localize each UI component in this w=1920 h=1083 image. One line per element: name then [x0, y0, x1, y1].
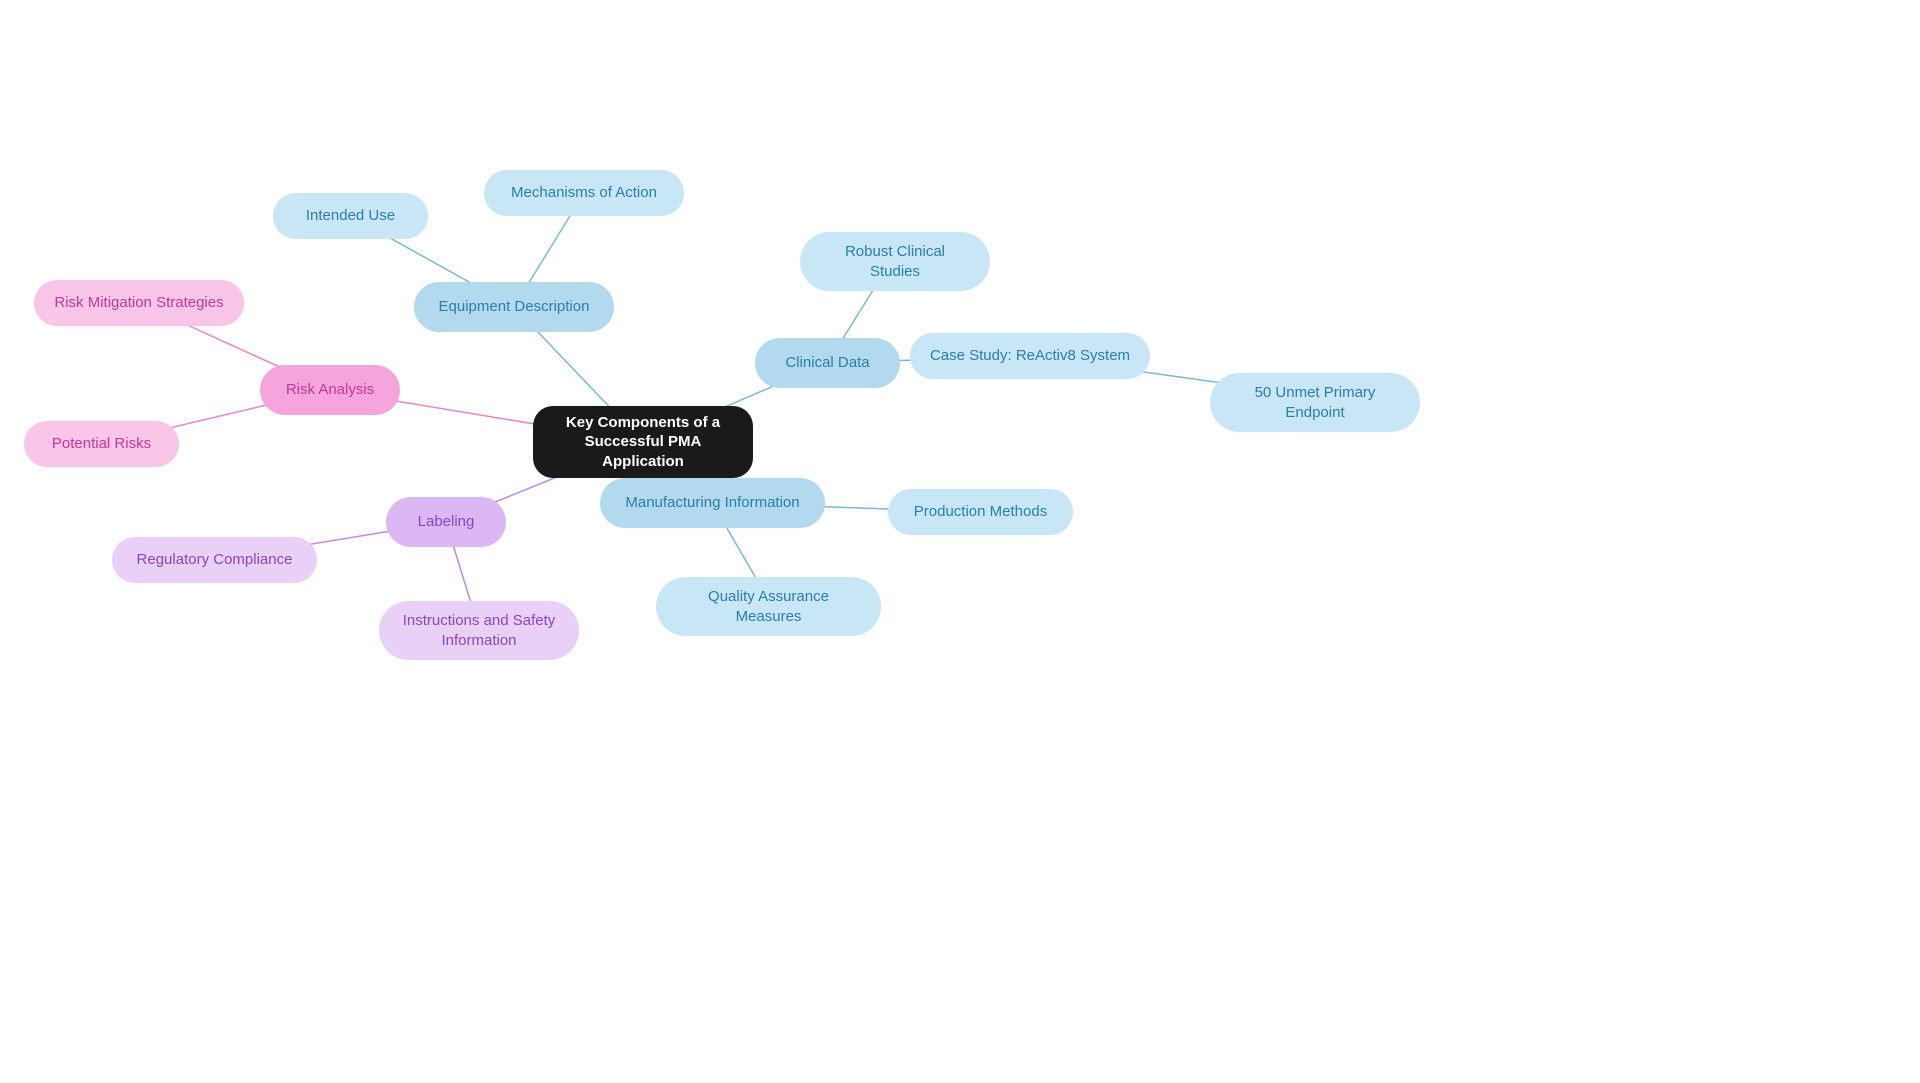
mind-map-container: Key Components of a Successful PMA Appli…: [0, 0, 1920, 1083]
node-clinical-data[interactable]: Clinical Data: [755, 338, 900, 388]
node-labeling[interactable]: Labeling: [386, 497, 506, 547]
node-label-equipment-description: Equipment Description: [439, 297, 590, 317]
node-regulatory-compliance[interactable]: Regulatory Compliance: [112, 537, 317, 583]
node-center[interactable]: Key Components of a Successful PMA Appli…: [533, 406, 753, 478]
node-label-instructions-safety: Instructions and Safety Information: [397, 611, 561, 650]
node-label-risk-analysis: Risk Analysis: [286, 380, 374, 400]
node-equipment-description[interactable]: Equipment Description: [414, 282, 614, 332]
node-manufacturing-info[interactable]: Manufacturing Information: [600, 478, 825, 528]
node-intended-use[interactable]: Intended Use: [273, 193, 428, 239]
node-label-quality-assurance: Quality Assurance Measures: [674, 587, 863, 626]
node-label-risk-mitigation: Risk Mitigation Strategies: [54, 293, 223, 313]
node-label-intended-use: Intended Use: [306, 206, 395, 226]
node-risk-analysis[interactable]: Risk Analysis: [260, 365, 400, 415]
node-case-study[interactable]: Case Study: ReActiv8 System: [910, 333, 1150, 379]
node-quality-assurance[interactable]: Quality Assurance Measures: [656, 577, 881, 636]
node-label-clinical-data: Clinical Data: [785, 353, 869, 373]
node-label-unmet-primary-endpoint: 50 Unmet Primary Endpoint: [1228, 383, 1402, 422]
node-production-methods[interactable]: Production Methods: [888, 489, 1073, 535]
node-label-robust-clinical-studies: Robust Clinical Studies: [818, 242, 972, 281]
node-robust-clinical-studies[interactable]: Robust Clinical Studies: [800, 232, 990, 291]
node-label-mechanisms-of-action: Mechanisms of Action: [511, 183, 657, 203]
node-potential-risks[interactable]: Potential Risks: [24, 421, 179, 467]
node-label-potential-risks: Potential Risks: [52, 434, 151, 454]
node-label-case-study: Case Study: ReActiv8 System: [930, 346, 1130, 366]
node-mechanisms-of-action[interactable]: Mechanisms of Action: [484, 170, 684, 216]
node-label-manufacturing-info: Manufacturing Information: [625, 493, 799, 513]
node-label-center: Key Components of a Successful PMA Appli…: [551, 413, 735, 472]
node-label-labeling: Labeling: [418, 512, 475, 532]
node-unmet-primary-endpoint[interactable]: 50 Unmet Primary Endpoint: [1210, 373, 1420, 432]
node-label-production-methods: Production Methods: [914, 502, 1047, 522]
node-risk-mitigation[interactable]: Risk Mitigation Strategies: [34, 280, 244, 326]
node-instructions-safety[interactable]: Instructions and Safety Information: [379, 601, 579, 660]
node-label-regulatory-compliance: Regulatory Compliance: [137, 550, 293, 570]
